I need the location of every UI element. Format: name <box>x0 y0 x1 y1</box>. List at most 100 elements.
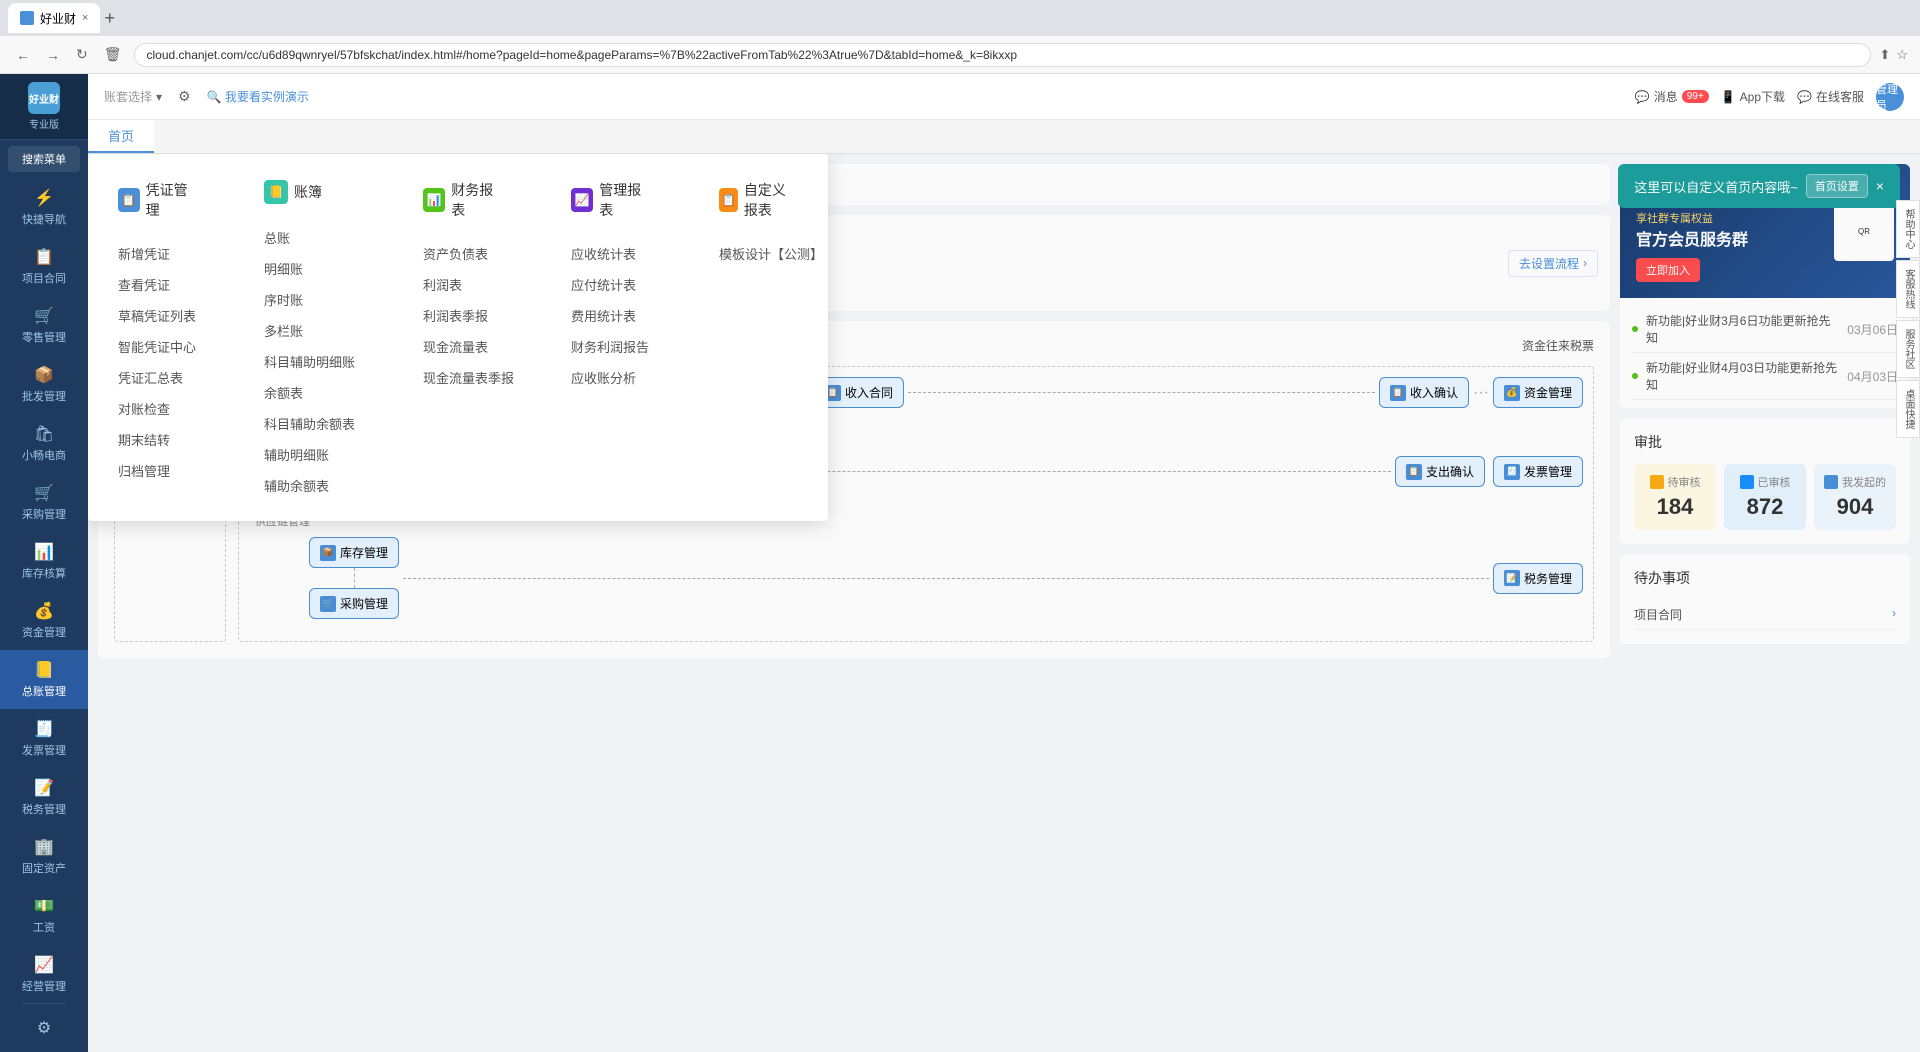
settings-icon[interactable]: ⚙ <box>178 88 191 105</box>
refresh-button[interactable]: ↻ <box>72 44 92 65</box>
forward-button[interactable]: → <box>42 45 64 65</box>
sidebar-item-label: 项目合同 <box>22 270 66 286</box>
assets-icon: 🏢 <box>34 837 54 857</box>
sidebar-settings-button[interactable]: ⚙ <box>31 1012 57 1044</box>
menu-item-income-quarterly[interactable]: 利润表季报 <box>413 300 513 331</box>
sidebar-search-button[interactable]: 搜索菜单 <box>8 146 80 172</box>
sidebar-item-ecommerce[interactable]: 🛍 小畅电商 <box>0 414 88 473</box>
menu-item-aux-balance[interactable]: 科目辅助余额表 <box>254 408 365 439</box>
dropdown-menu: 📋 凭证管理 新增凭证 查看凭证 草稿凭证列表 智能凭证中心 凭证汇总表 对账检… <box>88 154 828 521</box>
messages-label: 消息 <box>1654 88 1678 105</box>
dropdown-overlay[interactable]: 📋 凭证管理 新增凭证 查看凭证 草稿凭证列表 智能凭证中心 凭证汇总表 对账检… <box>88 154 1920 1052</box>
tab-close-icon[interactable]: × <box>82 12 88 24</box>
quick-nav-icon: ⚡ <box>34 188 54 208</box>
active-tab[interactable]: 好业财 × <box>8 3 100 33</box>
sidebar-item-project-contract[interactable]: 📋 项目合同 <box>0 237 88 296</box>
menu-section-financial-report: 📊 财务报表 资产负债表 利润表 利润表季报 现金流量表 现金流量表季报 <box>413 174 513 501</box>
menu-item-expense-stat[interactable]: 费用统计表 <box>561 300 661 331</box>
tab-navigation: 首页 <box>88 120 1920 154</box>
logo-subtitle: 专业版 <box>29 116 59 131</box>
top-bar: 账套选择 ▾ ⚙ 🔍 我要看实例演示 💬 消息 99+ 📱 App下载 💬 在线… <box>88 74 1920 120</box>
menu-item-receivable-analysis[interactable]: 应收账分析 <box>561 362 661 393</box>
ledger-section-icon: 📒 <box>264 180 288 204</box>
sidebar-item-purchase[interactable]: 🛒 采购管理 <box>0 473 88 532</box>
sidebar-item-fund[interactable]: 💰 资金管理 <box>0 591 88 650</box>
menu-item-balance-sheet[interactable]: 资产负债表 <box>413 238 513 269</box>
mgmt-report-section-icon: 📈 <box>571 188 593 212</box>
menu-item-view-voucher[interactable]: 查看凭证 <box>108 269 206 300</box>
sidebar-item-operations[interactable]: 📈 经营管理 <box>0 945 88 1003</box>
fund-icon: 💰 <box>34 601 54 621</box>
sidebar-item-tax[interactable]: 📝 税务管理 <box>0 768 88 827</box>
menu-item-new-voucher[interactable]: 新增凭证 <box>108 238 206 269</box>
menu-item-payable-stat[interactable]: 应付统计表 <box>561 269 661 300</box>
salary-icon: 💵 <box>34 896 54 916</box>
address-bar: ← → ↻ 🗑 ⬆ ☆ <box>0 36 1920 74</box>
menu-item-multi-ledger[interactable]: 多栏账 <box>254 315 365 346</box>
sidebar-item-label: 总账管理 <box>22 683 66 699</box>
demo-link[interactable]: 🔍 我要看实例演示 <box>207 88 309 105</box>
menu-item-aux-balance2[interactable]: 辅助余额表 <box>254 470 365 501</box>
tab-title: 好业财 <box>40 10 76 27</box>
sidebar-item-inventory[interactable]: 📊 库存核算 <box>0 532 88 591</box>
sidebar-item-label: 批发管理 <box>22 388 66 404</box>
menu-item-period-end[interactable]: 期末结转 <box>108 424 206 455</box>
messages-badge: 99+ <box>1682 90 1709 103</box>
star-icon: ☆ <box>1896 47 1908 63</box>
messages-button[interactable]: 💬 消息 99+ <box>1635 88 1709 105</box>
menu-item-general-ledger[interactable]: 总账 <box>254 222 365 253</box>
phone-icon: 📱 <box>1721 90 1736 104</box>
sidebar-item-label: 税务管理 <box>22 801 66 817</box>
voucher-section-icon: 📋 <box>118 188 140 212</box>
menu-item-aux-detail2[interactable]: 辅助明细账 <box>254 439 365 470</box>
menu-item-time-ledger[interactable]: 序时账 <box>254 284 365 315</box>
logo-icon: 好业财 <box>28 82 60 114</box>
back-button[interactable]: ← <box>12 45 34 65</box>
operations-icon: 📈 <box>34 955 54 975</box>
sidebar-item-invoice[interactable]: 🧾 发票管理 <box>0 709 88 768</box>
menu-item-profit-report[interactable]: 财务利润报告 <box>561 331 661 362</box>
online-service-button[interactable]: 💬 在线客服 <box>1797 88 1864 105</box>
inventory-icon: 📊 <box>34 542 54 562</box>
menu-item-aux-detail[interactable]: 科目辅助明细账 <box>254 346 365 377</box>
menu-item-cashflow-quarterly[interactable]: 现金流量表季报 <box>413 362 513 393</box>
menu-item-detail-ledger[interactable]: 明细账 <box>254 253 365 284</box>
menu-item-archive[interactable]: 归档管理 <box>108 455 206 486</box>
menu-item-voucher-summary[interactable]: 凭证汇总表 <box>108 362 206 393</box>
message-icon: 💬 <box>1635 90 1650 104</box>
app-download-button[interactable]: 📱 App下载 <box>1721 88 1785 105</box>
ledger-title: 账簿 <box>294 182 322 202</box>
sidebar-item-quick-nav[interactable]: ⚡ 快捷导航 <box>0 178 88 237</box>
company-select[interactable]: 账套选择 ▾ <box>104 88 162 105</box>
menu-item-draft-voucher[interactable]: 草稿凭证列表 <box>108 300 206 331</box>
menu-item-smart-voucher[interactable]: 智能凭证中心 <box>108 331 206 362</box>
sidebar-item-fixed-assets[interactable]: 🏢 固定资产 <box>0 827 88 886</box>
menu-item-balance[interactable]: 余额表 <box>254 377 365 408</box>
menu-section-voucher: 📋 凭证管理 新增凭证 查看凭证 草稿凭证列表 智能凭证中心 凭证汇总表 对账检… <box>108 174 206 501</box>
voucher-title: 凭证管理 <box>146 180 196 220</box>
sidebar-item-label: 资金管理 <box>22 624 66 640</box>
sidebar: 好业财 专业版 搜索菜单 ⚡ 快捷导航 📋 项目合同 🛒 零售管理 📦 批发管理 <box>0 74 88 1052</box>
new-tab-button[interactable]: + <box>100 8 119 29</box>
address-input[interactable] <box>134 43 1872 67</box>
sidebar-item-label: 发票管理 <box>22 742 66 758</box>
ecommerce-icon: 🛍 <box>34 424 54 444</box>
menu-item-reconcile[interactable]: 对账检查 <box>108 393 206 424</box>
sidebar-item-salary[interactable]: 💵 工资 <box>0 886 88 945</box>
menu-item-template-design[interactable]: 模板设计【公测】 <box>709 238 809 269</box>
menu-item-income-stmt[interactable]: 利润表 <box>413 269 513 300</box>
menu-section-ledger: 📒 账簿 总账 明细账 序时账 多栏账 科目辅助明细账 余额表 科目辅助余额表 … <box>254 174 365 501</box>
delete-button[interactable]: 🗑 <box>100 44 126 65</box>
company-name: 账套选择 <box>104 88 152 105</box>
tab-home[interactable]: 首页 <box>88 120 154 153</box>
sidebar-item-general-ledger[interactable]: 📒 总账管理 <box>0 650 88 709</box>
user-avatar[interactable]: 管理员 <box>1876 83 1904 111</box>
ledger-icon: 📒 <box>34 660 54 680</box>
menu-section-custom-report: 📋 自定义报表 模板设计【公测】 <box>709 174 809 501</box>
sidebar-item-wholesale[interactable]: 📦 批发管理 <box>0 355 88 414</box>
sidebar-item-retail[interactable]: 🛒 零售管理 <box>0 296 88 355</box>
menu-item-cashflow[interactable]: 现金流量表 <box>413 331 513 362</box>
menu-item-receivable-stat[interactable]: 应收统计表 <box>561 238 661 269</box>
sidebar-item-label: 快捷导航 <box>22 211 66 227</box>
sidebar-logo: 好业财 专业版 <box>0 74 88 140</box>
